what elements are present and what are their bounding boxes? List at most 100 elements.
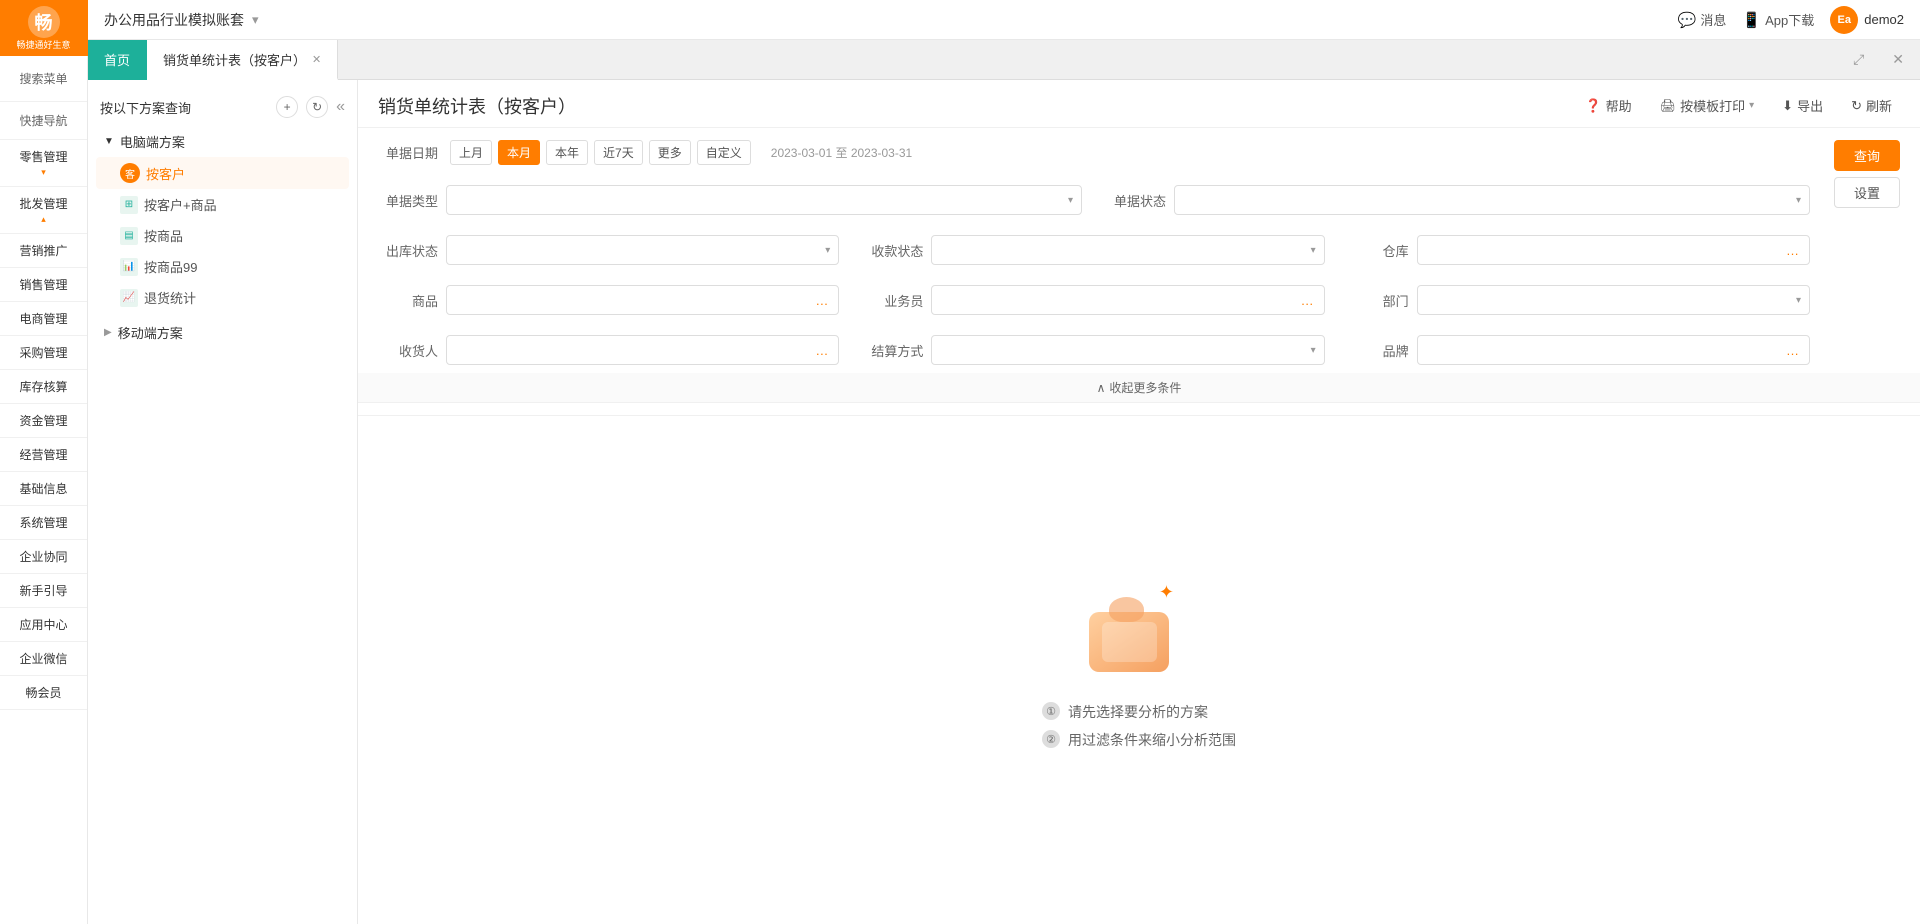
expand-arrow-icon: ▶ xyxy=(104,327,112,338)
sidebar-item-retail[interactable]: 零售管理 ▾ xyxy=(0,140,87,187)
tree-item-return-stats[interactable]: 📈 退货统计 xyxy=(96,282,349,313)
department-label: 部门 xyxy=(1349,291,1409,310)
sidebar-item-wechat[interactable]: 企业微信 xyxy=(0,642,87,676)
date-btn-this-year[interactable]: 本年 xyxy=(546,140,588,165)
export-icon: ⬇ xyxy=(1782,98,1793,114)
query-button[interactable]: 查询 xyxy=(1834,140,1900,171)
expand-icon: ▴ xyxy=(41,214,46,225)
sidebar-item-management[interactable]: 经营管理 xyxy=(0,438,87,472)
date-btn-this-month[interactable]: 本月 xyxy=(498,140,540,165)
template-print-btn[interactable]: 🖨 按模板打印 ▾ xyxy=(1652,92,1763,119)
header-dropdown-icon[interactable]: ▾ xyxy=(252,12,259,28)
message-label: 消息 xyxy=(1700,10,1726,29)
date-btn-more[interactable]: 更多 xyxy=(649,140,691,165)
sidebar-item-wholesale[interactable]: 批发管理 ▴ xyxy=(0,187,87,234)
export-label: 导出 xyxy=(1797,96,1823,115)
tree-item-goods99[interactable]: 📊 按商品99 xyxy=(96,251,349,282)
date-btn-last-7days[interactable]: 近7天 xyxy=(594,140,643,165)
tree-item-customer-goods[interactable]: ⊞ 按客户+商品 xyxy=(96,189,349,220)
tab-home[interactable]: 首页 xyxy=(88,40,147,80)
department-select[interactable]: ▾ xyxy=(1417,285,1810,315)
sidebar-item-label: 应用中心 xyxy=(19,616,67,633)
order-status-select[interactable]: ▾ xyxy=(1174,185,1810,215)
export-btn[interactable]: ⬇ 导出 xyxy=(1774,92,1831,119)
sidebar-item-ecommerce[interactable]: 电商管理 xyxy=(0,302,87,336)
quick-nav-btn[interactable]: 快捷导航 xyxy=(0,106,87,135)
brand-label: 品牌 xyxy=(1349,341,1409,360)
expand-icon: ⤢ xyxy=(1853,51,1864,68)
sidebar-item-marketing[interactable]: 营销推广 xyxy=(0,234,87,268)
sidebar-item-inventory[interactable]: 库存核算 xyxy=(0,370,87,404)
user-avatar[interactable]: Ea xyxy=(1830,6,1858,34)
tab-close-icon[interactable]: ✕ xyxy=(312,53,321,66)
help-btn[interactable]: ❓ 帮助 xyxy=(1577,92,1639,119)
tip-number-1: ① xyxy=(1042,702,1060,720)
sidebar-item-finance[interactable]: 资金管理 xyxy=(0,404,87,438)
sidebar-item-label: 经营管理 xyxy=(19,446,67,463)
sidebar-item-label: 企业微信 xyxy=(19,650,67,667)
sidebar-item-sales[interactable]: 销售管理 xyxy=(0,268,87,302)
tab-home-label: 首页 xyxy=(104,50,130,69)
sidebar-item-apps[interactable]: 应用中心 xyxy=(0,608,87,642)
page-header: 销货单统计表（按客户） ❓ 帮助 🖨 按模板打印 ▾ ⬇ 导出 xyxy=(358,80,1920,128)
filter-col-status: 单据状态 ▾ xyxy=(1106,185,1810,215)
brand-input[interactable]: … xyxy=(1417,335,1810,365)
filter-col-brand: 品牌 … xyxy=(1349,335,1810,365)
date-btn-custom[interactable]: 自定义 xyxy=(697,140,751,165)
mobile-group-header[interactable]: ▶ 移动端方案 xyxy=(96,317,349,348)
sidebar-item-purchase[interactable]: 采购管理 xyxy=(0,336,87,370)
desktop-group-header[interactable]: ▼ 电脑端方案 xyxy=(96,126,349,157)
order-type-select[interactable]: ▾ xyxy=(446,185,1082,215)
sidebar-item-member[interactable]: 畅会员 xyxy=(0,676,87,710)
sidebar-item-system[interactable]: 系统管理 xyxy=(0,506,87,540)
add-scheme-btn[interactable]: + xyxy=(276,96,298,118)
tab-report[interactable]: 销货单统计表（按客户） ✕ xyxy=(147,40,338,80)
dots-icon: … xyxy=(1786,243,1801,258)
tab-expand-btn[interactable]: ⤢ xyxy=(1841,40,1876,80)
tree-item-by-goods[interactable]: ▤ 按商品 xyxy=(96,220,349,251)
settings-button[interactable]: 设置 xyxy=(1834,177,1900,208)
tab-window-close[interactable]: ✕ xyxy=(1876,40,1920,80)
receiver-input[interactable]: … xyxy=(446,335,839,365)
settle-select[interactable]: ▾ xyxy=(931,335,1324,365)
return-stats-icon: 📈 xyxy=(120,289,138,307)
goods99-icon: 📊 xyxy=(120,258,138,276)
collect-status-select[interactable]: ▾ xyxy=(931,235,1324,265)
dropdown-icon: ▾ xyxy=(1796,295,1801,306)
goods-input[interactable]: … xyxy=(446,285,839,315)
logo-icon: 畅 xyxy=(28,6,60,38)
date-label: 单据日期 xyxy=(378,143,438,162)
mobile-scheme-group: ▶ 移动端方案 xyxy=(88,317,357,348)
top-header: 办公用品行业模拟账套 ▾ 💬 消息 📱 App下载 Ea demo2 xyxy=(88,0,1920,40)
refresh-scheme-btn[interactable]: ↻ xyxy=(306,96,328,118)
sidebar-logo[interactable]: 畅 畅捷通好生意 xyxy=(0,0,88,56)
message-button[interactable]: 💬 消息 xyxy=(1678,10,1727,29)
action-buttons: 查询 设置 xyxy=(1834,140,1900,208)
sidebar-item-newbie[interactable]: 新手引导 xyxy=(0,574,87,608)
tree-item-by-customer[interactable]: 客 按客户 xyxy=(96,157,349,189)
collapse-panel-btn[interactable]: « xyxy=(336,98,345,116)
filter-col-collect-status: 收款状态 ▾ xyxy=(863,235,1324,265)
refresh-btn[interactable]: ↻ 刷新 xyxy=(1843,92,1900,119)
salesperson-input[interactable]: … xyxy=(931,285,1324,315)
sidebar-item-label: 电商管理 xyxy=(19,310,67,327)
tip-text-2: 用过滤条件来缩小分析范围 xyxy=(1068,730,1236,750)
sidebar-item-basic[interactable]: 基础信息 xyxy=(0,472,87,506)
sidebar-item-label: 新手引导 xyxy=(19,582,67,599)
tree-item-label: 退货统计 xyxy=(144,288,196,307)
app-download-button[interactable]: 📱 App下载 xyxy=(1742,10,1814,29)
search-menu-btn[interactable]: 搜索菜单 xyxy=(0,64,87,93)
filter-col-warehouse: 仓库 … xyxy=(1349,235,1810,265)
filter-row-goods-salesperson-dept: 商品 … 业务员 … xyxy=(378,285,1810,315)
sidebar-item-label: 资金管理 xyxy=(19,412,67,429)
panel-actions: + ↻ « xyxy=(276,96,345,118)
filter-row-type-status: 单据类型 ▾ 单据状态 ▾ xyxy=(378,185,1810,215)
logo-text: 畅捷通好生意 xyxy=(16,40,70,51)
help-label: 帮助 xyxy=(1606,96,1632,115)
collapse-filters-btn[interactable]: ∧ 收起更多条件 xyxy=(358,373,1920,403)
sidebar-item-cooperation[interactable]: 企业协同 xyxy=(0,540,87,574)
out-status-select[interactable]: ▾ xyxy=(446,235,839,265)
warehouse-input[interactable]: … xyxy=(1417,235,1810,265)
date-btn-last-month[interactable]: 上月 xyxy=(450,140,492,165)
avatar-text: Ea xyxy=(1838,14,1851,26)
